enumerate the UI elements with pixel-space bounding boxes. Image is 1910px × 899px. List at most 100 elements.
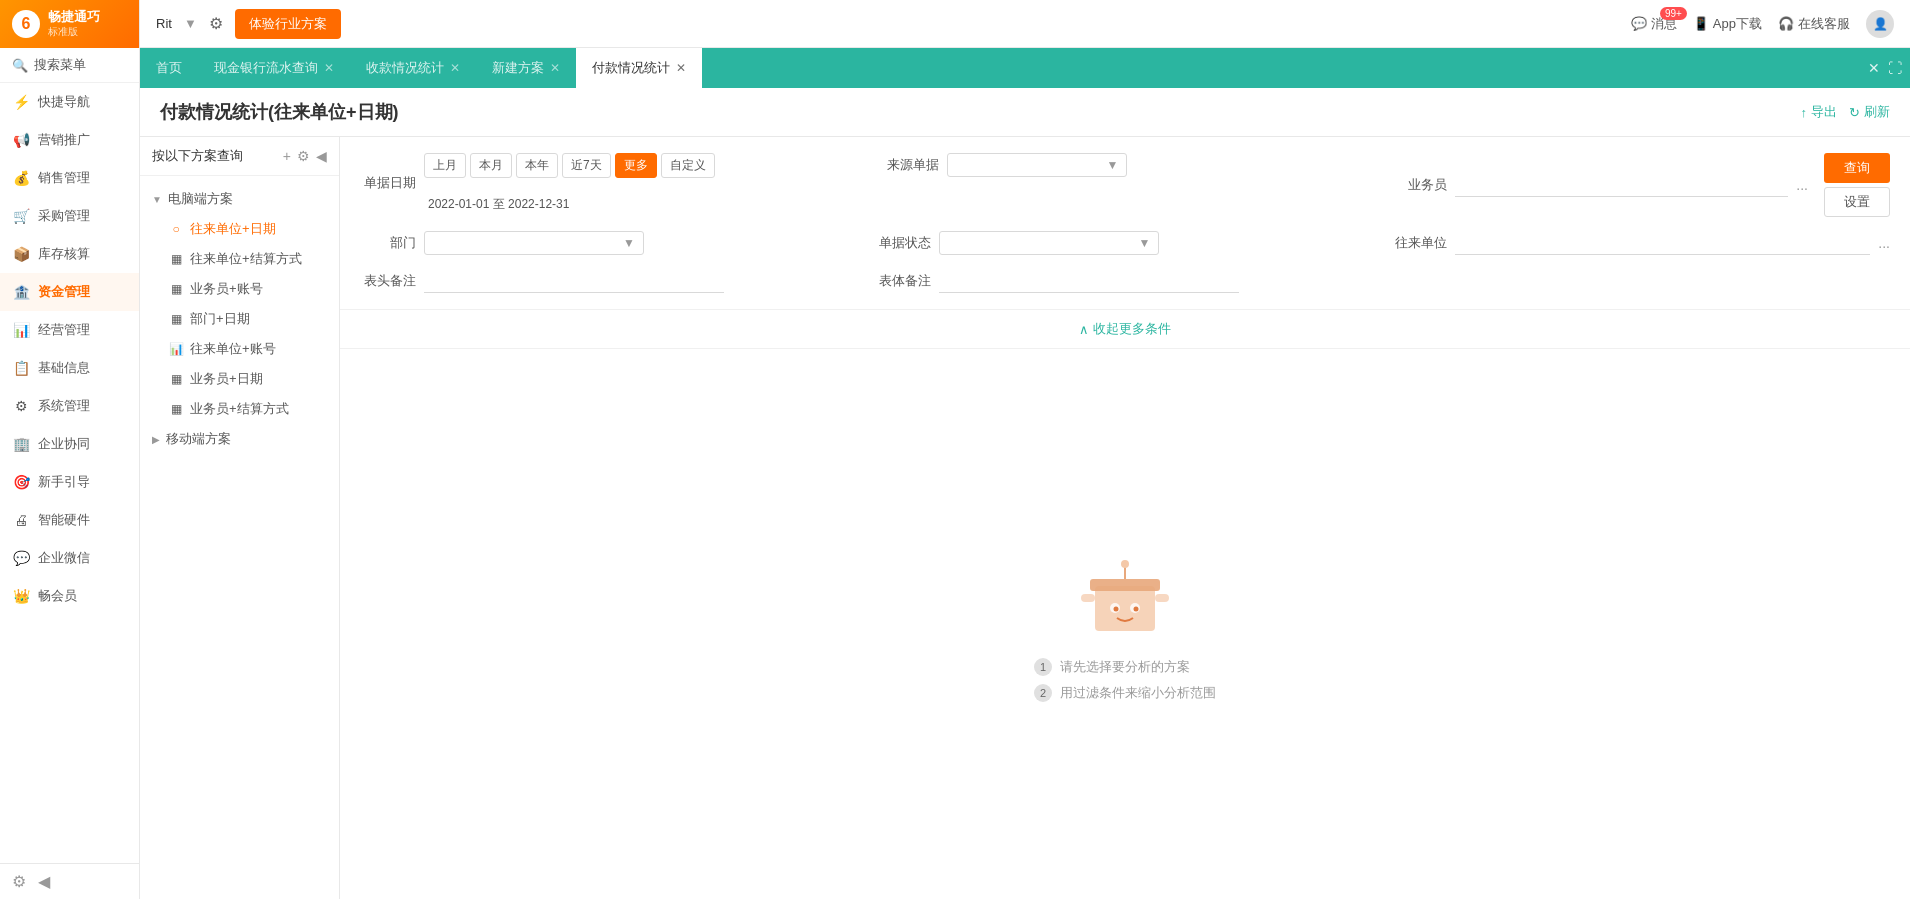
sidebar-item-member[interactable]: 👑畅会员	[0, 577, 139, 615]
export-button[interactable]: ↑ 导出	[1801, 103, 1838, 121]
scheme-add-icon[interactable]: +	[283, 148, 291, 164]
tip-text-1: 请先选择要分析的方案	[1060, 658, 1190, 676]
group-arrow-desktop: ▼	[152, 194, 162, 205]
sidebar-item-icon-quick-nav: ⚡	[12, 93, 30, 111]
sidebar-search[interactable]: 🔍 搜索菜单	[0, 48, 139, 83]
sidebar-item-system[interactable]: ⚙系统管理	[0, 387, 139, 425]
tab-payment-stats[interactable]: 付款情况统计✕	[576, 48, 702, 88]
dept-select[interactable]: ▼	[424, 231, 644, 255]
tab-label-bank-flow: 现金银行流水查询	[214, 59, 318, 77]
sidebar-item-label-guide: 新手引导	[38, 473, 90, 491]
topbar-settings-icon[interactable]: ⚙	[209, 14, 223, 33]
tab-close-bank-flow[interactable]: ✕	[324, 61, 334, 75]
tab-expand-icon[interactable]: ⛶	[1888, 60, 1902, 76]
date-btn-this-month[interactable]: 本月	[470, 153, 512, 178]
sidebar-item-marketing[interactable]: 📢营销推广	[0, 121, 139, 159]
header-note-input[interactable]	[424, 269, 724, 293]
scheme-item-staff-settlement[interactable]: ▦业务员+结算方式	[140, 394, 339, 424]
avatar-icon: 👤	[1873, 17, 1888, 31]
source-doc-select[interactable]: ▼	[947, 153, 1127, 177]
sidebar-item-enterprise[interactable]: 🏢企业协同	[0, 425, 139, 463]
empty-tip-1: 1 请先选择要分析的方案	[1034, 658, 1216, 676]
search-icon: 🔍	[12, 58, 28, 73]
staff-label: 业务员	[1391, 176, 1447, 194]
sidebar-item-wechat[interactable]: 💬企业微信	[0, 539, 139, 577]
sidebar-item-purchase[interactable]: 🛒采购管理	[0, 197, 139, 235]
sidebar-item-operation[interactable]: 📊经营管理	[0, 311, 139, 349]
content-area: 付款情况统计(往来单位+日期) ↑ 导出 ↻ 刷新 按以下方案查询	[140, 88, 1910, 899]
footer-settings-icon[interactable]: ⚙	[12, 872, 26, 891]
doc-status-select[interactable]: ▼	[939, 231, 1159, 255]
scheme-settings-icon[interactable]: ⚙	[297, 148, 310, 164]
doc-status-label: 单据状态	[875, 234, 931, 252]
sidebar-item-basic[interactable]: 📋基础信息	[0, 349, 139, 387]
logo-text: 畅捷通巧	[48, 9, 100, 25]
scheme-group-header-desktop[interactable]: ▼ 电脑端方案	[140, 184, 339, 214]
scheme-item-partner-account[interactable]: 📊往来单位+账号	[140, 334, 339, 364]
partner-input[interactable]	[1455, 231, 1871, 255]
tab-collection-stats[interactable]: 收款情况统计✕	[350, 48, 476, 88]
sidebar-item-label-basic: 基础信息	[38, 359, 90, 377]
date-btn-last-7[interactable]: 近7天	[562, 153, 611, 178]
body-note-cell: 表体备注	[875, 269, 1374, 293]
sidebar-item-quick-nav[interactable]: ⚡快捷导航	[0, 83, 139, 121]
company-dropdown-icon[interactable]: ▼	[184, 16, 197, 31]
group-arrow-mobile: ▶	[152, 434, 160, 445]
scheme-item-staff-date[interactable]: ▦业务员+日期	[140, 364, 339, 394]
service-label: 在线客服	[1798, 15, 1850, 33]
tab-close-new-scheme[interactable]: ✕	[550, 61, 560, 75]
tab-new-scheme[interactable]: 新建方案✕	[476, 48, 576, 88]
settings-button[interactable]: 设置	[1824, 187, 1890, 217]
tab-close-collection-stats[interactable]: ✕	[450, 61, 460, 75]
tab-close-all-icon[interactable]: ✕	[1868, 60, 1880, 76]
sidebar-item-icon-system: ⚙	[12, 397, 30, 415]
partner-dots[interactable]: ...	[1878, 235, 1890, 251]
scheme-item-staff-account[interactable]: ▦业务员+账号	[140, 274, 339, 304]
header-note-cell: 表头备注	[360, 269, 859, 293]
svg-rect-9	[1155, 594, 1169, 602]
sidebar-nav: ⚡快捷导航📢营销推广💰销售管理🛒采购管理📦库存核算🏦资金管理📊经营管理📋基础信息…	[0, 83, 139, 863]
scheme-collapse-icon[interactable]: ◀	[316, 148, 327, 164]
sidebar-item-label-purchase: 采购管理	[38, 207, 90, 225]
group-label-desktop: 电脑端方案	[168, 190, 233, 208]
header-note-label: 表头备注	[360, 272, 416, 290]
staff-input[interactable]	[1455, 173, 1789, 197]
tab-close-payment-stats[interactable]: ✕	[676, 61, 686, 75]
scheme-item-partner-settlement[interactable]: ▦往来单位+结算方式	[140, 244, 339, 274]
scheme-group-header-mobile[interactable]: ▶移动端方案	[140, 424, 339, 454]
sidebar-item-icon-hardware: 🖨	[12, 511, 30, 529]
scheme-item-dept-date[interactable]: ▦部门+日期	[140, 304, 339, 334]
sidebar-item-label-sales: 销售管理	[38, 169, 90, 187]
sidebar-item-label-member: 畅会员	[38, 587, 77, 605]
body-note-input[interactable]	[939, 269, 1239, 293]
sidebar-item-hardware[interactable]: 🖨智能硬件	[0, 501, 139, 539]
scheme-item-label-partner-date: 往来单位+日期	[190, 220, 276, 238]
dept-cell: 部门 ▼	[360, 231, 859, 255]
trial-button[interactable]: 体验行业方案	[235, 9, 341, 39]
topbar: Rit ▼ ⚙ 体验行业方案 💬 消息 99+ 📱 App下载 🎧 在线客服 👤	[140, 0, 1910, 48]
refresh-button[interactable]: ↻ 刷新	[1849, 103, 1890, 121]
tab-bank-flow[interactable]: 现金银行流水查询 ✕	[198, 48, 350, 88]
date-btn-custom[interactable]: 自定义	[661, 153, 715, 178]
date-btn-more[interactable]: 更多	[615, 153, 657, 178]
date-btn-this-year[interactable]: 本年	[516, 153, 558, 178]
scheme-item-icon-dept-date: ▦	[168, 311, 184, 327]
page-header: 付款情况统计(往来单位+日期) ↑ 导出 ↻ 刷新	[140, 88, 1910, 137]
source-doc-cell: 来源单据 ▼	[875, 153, 1374, 177]
scheme-item-partner-date[interactable]: ○往来单位+日期	[140, 214, 339, 244]
scheme-item-label-partner-settlement: 往来单位+结算方式	[190, 250, 302, 268]
message-item[interactable]: 💬 消息 99+	[1631, 15, 1677, 33]
query-button[interactable]: 查询	[1824, 153, 1890, 183]
online-service-item[interactable]: 🎧 在线客服	[1778, 15, 1850, 33]
footer-collapse-icon[interactable]: ◀	[38, 872, 50, 891]
app-download-item[interactable]: 📱 App下载	[1693, 15, 1762, 33]
collapse-button[interactable]: ∧ 收起更多条件	[1079, 320, 1171, 338]
date-btn-last-month[interactable]: 上月	[424, 153, 466, 178]
sidebar-item-sales[interactable]: 💰销售管理	[0, 159, 139, 197]
user-avatar[interactable]: 👤	[1866, 10, 1894, 38]
tab-home[interactable]: 首页	[140, 48, 198, 88]
sidebar-item-inventory[interactable]: 📦库存核算	[0, 235, 139, 273]
sidebar-item-guide[interactable]: 🎯新手引导	[0, 463, 139, 501]
staff-dots[interactable]: ...	[1796, 177, 1808, 193]
sidebar-item-capital[interactable]: 🏦资金管理	[0, 273, 139, 311]
